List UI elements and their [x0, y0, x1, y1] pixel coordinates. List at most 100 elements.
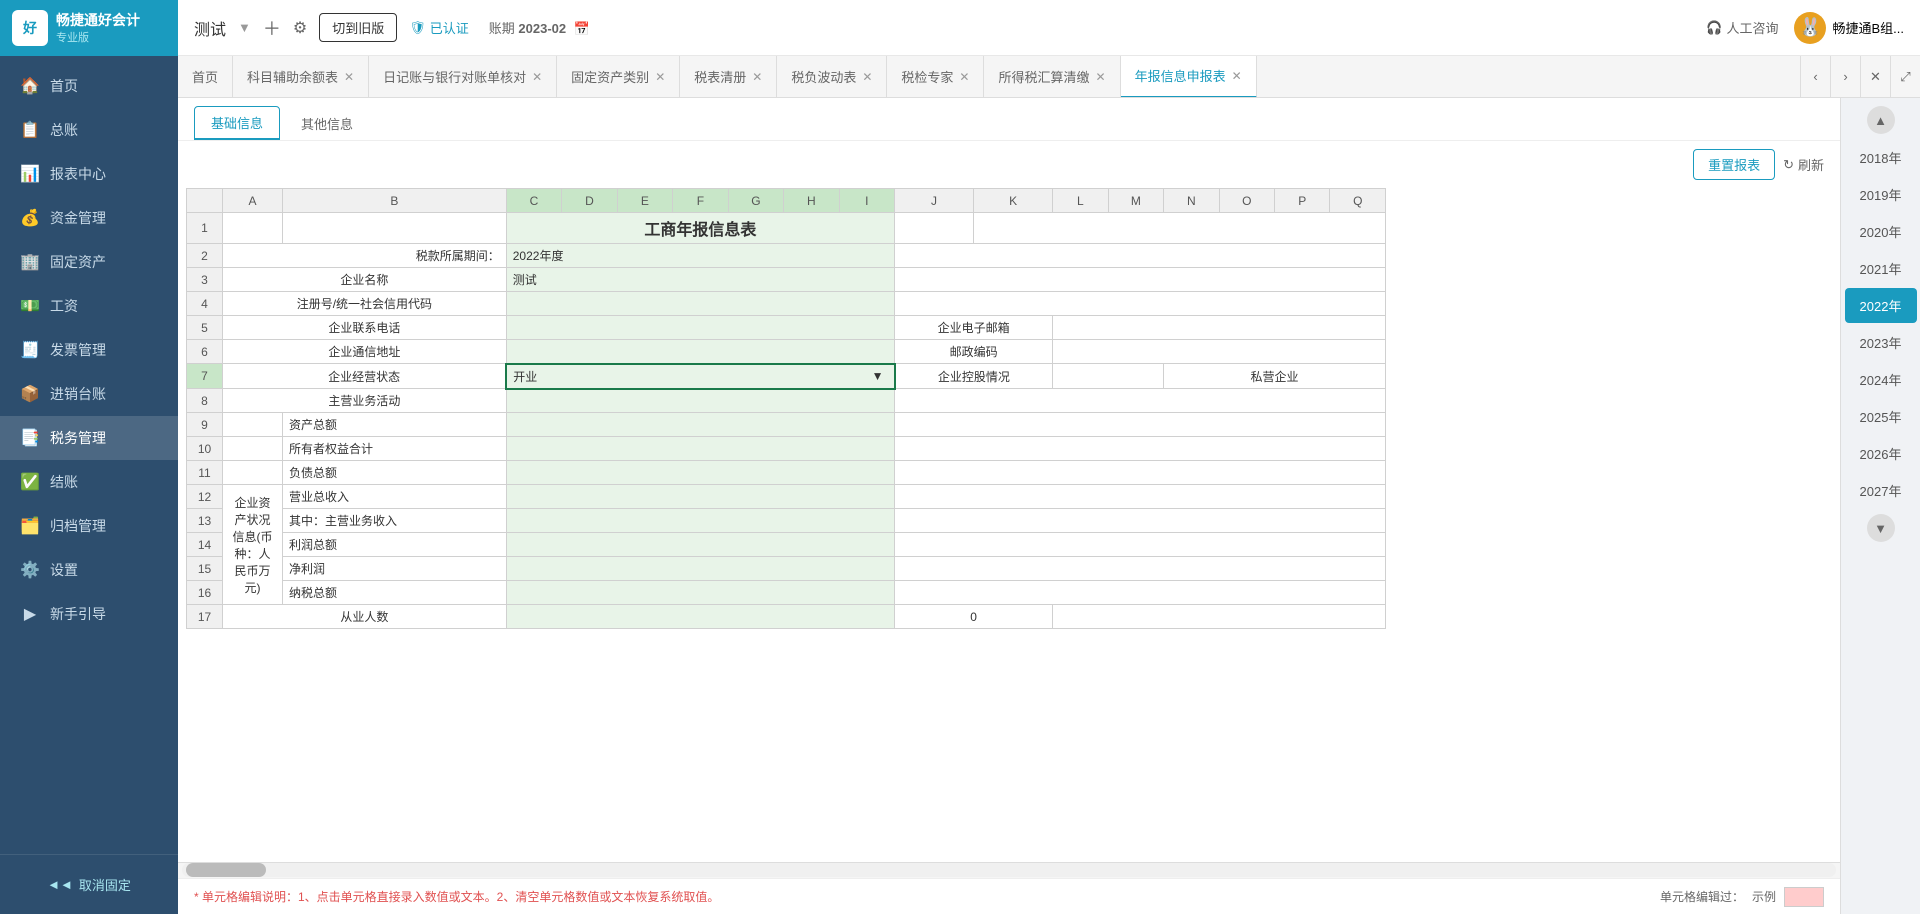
cell-4j[interactable]	[895, 292, 1386, 316]
cell-5j[interactable]: 企业电子邮箱	[895, 316, 1053, 340]
year-item-2025年[interactable]: 2025年	[1845, 399, 1917, 434]
cell-17c[interactable]	[506, 605, 894, 629]
year-item-2026年[interactable]: 2026年	[1845, 436, 1917, 471]
cell-15b[interactable]: 净利润	[283, 557, 507, 581]
year-item-2027年[interactable]: 2027年	[1845, 473, 1917, 508]
cell-3j[interactable]	[895, 268, 1386, 292]
cell-1j[interactable]	[895, 213, 974, 244]
reset-button[interactable]: 重置报表	[1693, 149, 1775, 180]
sidebar-item-结账[interactable]: ✅结账	[0, 460, 178, 504]
year-item-2021年[interactable]: 2021年	[1845, 251, 1917, 286]
cell-title[interactable]: 工商年报信息表	[506, 213, 894, 244]
cell-15c[interactable]	[506, 557, 894, 581]
tab-1[interactable]: 科目辅助余额表✕	[233, 56, 369, 98]
cell-17l[interactable]	[1053, 605, 1386, 629]
cell-14j[interactable]	[895, 533, 1386, 557]
tab-close-icon[interactable]: ✕	[752, 70, 762, 84]
scroll-thumb[interactable]	[186, 863, 266, 877]
cell-7label[interactable]: 企业经营状态	[223, 364, 507, 389]
refresh-button[interactable]: ↻ 刷新	[1783, 155, 1824, 174]
tab-7[interactable]: 所得税汇算清缴✕	[984, 56, 1120, 98]
sidebar-item-首页[interactable]: 🏠首页	[0, 64, 178, 108]
cell-10a[interactable]	[223, 437, 283, 461]
subtab-其他信息[interactable]: 其他信息	[284, 107, 370, 140]
tab-close-icon[interactable]: ✕	[959, 70, 969, 84]
cell-11b[interactable]: 负债总额	[283, 461, 507, 485]
cell-13c[interactable]	[506, 509, 894, 533]
cell-11j[interactable]	[895, 461, 1386, 485]
cell-8label[interactable]: 主营业务活动	[223, 389, 507, 413]
tab-prev-button[interactable]: ‹	[1800, 56, 1830, 98]
cell-10j[interactable]	[895, 437, 1386, 461]
year-item-2019年[interactable]: 2019年	[1845, 177, 1917, 212]
tab-8[interactable]: 年报信息申报表✕	[1121, 56, 1257, 98]
cell-16c[interactable]	[506, 581, 894, 605]
cell-11a[interactable]	[223, 461, 283, 485]
tab-close-icon[interactable]: ✕	[1232, 69, 1242, 83]
calendar-icon[interactable]: 📅	[574, 21, 590, 36]
tab-3[interactable]: 固定资产类别✕	[557, 56, 680, 98]
sidebar-item-进销台账[interactable]: 📦进销台账	[0, 372, 178, 416]
sidebar-item-工资[interactable]: 💵工资	[0, 284, 178, 328]
cell-1b[interactable]	[283, 213, 507, 244]
cell-6label[interactable]: 企业通信地址	[223, 340, 507, 364]
sidebar-item-固定资产[interactable]: 🏢固定资产	[0, 240, 178, 284]
tab-close-icon[interactable]: ✕	[532, 70, 542, 84]
year-item-2020年[interactable]: 2020年	[1845, 214, 1917, 249]
cell-9c[interactable]	[506, 413, 894, 437]
sidebar-item-资金管理[interactable]: 💰资金管理	[0, 196, 178, 240]
sidebar-item-新手引导[interactable]: ▶新手引导	[0, 592, 178, 636]
cell-13j[interactable]	[895, 509, 1386, 533]
business-status-dropdown[interactable]: 开业 ▼	[513, 368, 887, 385]
tab-close-all-button[interactable]: ✕	[1860, 56, 1890, 98]
cell-7j[interactable]: 企业控股情况	[895, 364, 1053, 389]
cell-14c[interactable]	[506, 533, 894, 557]
add-tab-button[interactable]: ＋	[263, 15, 281, 41]
year-item-2022年[interactable]: 2022年	[1845, 288, 1917, 323]
settings-icon[interactable]: ⚙	[293, 18, 307, 38]
cell-6value[interactable]	[506, 340, 894, 364]
cell-16b[interactable]: 纳税总额	[283, 581, 507, 605]
tab-6[interactable]: 税检专家✕	[887, 56, 984, 98]
cell-2a[interactable]: 税款所属期间：	[223, 244, 507, 268]
cell-17label[interactable]: 从业人数	[223, 605, 507, 629]
cell-1a[interactable]	[223, 213, 283, 244]
tab-4[interactable]: 税表清册✕	[680, 56, 777, 98]
cell-16j[interactable]	[895, 581, 1386, 605]
cell-17j[interactable]: 0	[895, 605, 1053, 629]
sidebar-item-设置[interactable]: ⚙️设置	[0, 548, 178, 592]
cell-3value[interactable]: 测试	[506, 268, 894, 292]
tab-0[interactable]: 首页	[178, 56, 233, 98]
cell-1k[interactable]	[974, 213, 1386, 244]
tab-2[interactable]: 日记账与银行对账单核对✕	[369, 56, 557, 98]
tab-expand-button[interactable]: ⤢	[1890, 56, 1920, 98]
dropdown-arrow-icon[interactable]: ▼	[238, 20, 251, 35]
cell-12j[interactable]	[895, 485, 1386, 509]
sidebar-item-税务管理[interactable]: 📑税务管理	[0, 416, 178, 460]
cell-12b[interactable]: 营业总收入	[283, 485, 507, 509]
cell-10b[interactable]: 所有者权益合计	[283, 437, 507, 461]
cell-2j[interactable]	[895, 244, 1386, 268]
dropdown-arrow-icon[interactable]: ▼	[872, 369, 888, 383]
cell-7n[interactable]: 私营企业	[1164, 364, 1386, 389]
year-scroll-down-button[interactable]: ▼	[1867, 514, 1895, 542]
sidebar-item-归档管理[interactable]: 🗂️归档管理	[0, 504, 178, 548]
cell-6l[interactable]	[1053, 340, 1386, 364]
tab-close-icon[interactable]: ✕	[655, 70, 665, 84]
cell-11c[interactable]	[506, 461, 894, 485]
cell-7l[interactable]	[1053, 364, 1164, 389]
horizontal-scrollbar[interactable]	[178, 862, 1840, 878]
switch-version-button[interactable]: 切到旧版	[319, 13, 397, 42]
cell-4value[interactable]	[506, 292, 894, 316]
cell-14b[interactable]: 利润总额	[283, 533, 507, 557]
cell-6j[interactable]: 邮政编码	[895, 340, 1053, 364]
cell-12c[interactable]	[506, 485, 894, 509]
year-scroll-up-button[interactable]: ▲	[1867, 106, 1895, 134]
cell-10c[interactable]	[506, 437, 894, 461]
cell-9j[interactable]	[895, 413, 1386, 437]
service-button[interactable]: 🎧 人工咨询	[1706, 18, 1778, 37]
cell-2c[interactable]: 2022年度	[506, 244, 894, 268]
sidebar-item-总账[interactable]: 📋总账	[0, 108, 178, 152]
year-item-2018年[interactable]: 2018年	[1845, 140, 1917, 175]
year-item-2024年[interactable]: 2024年	[1845, 362, 1917, 397]
